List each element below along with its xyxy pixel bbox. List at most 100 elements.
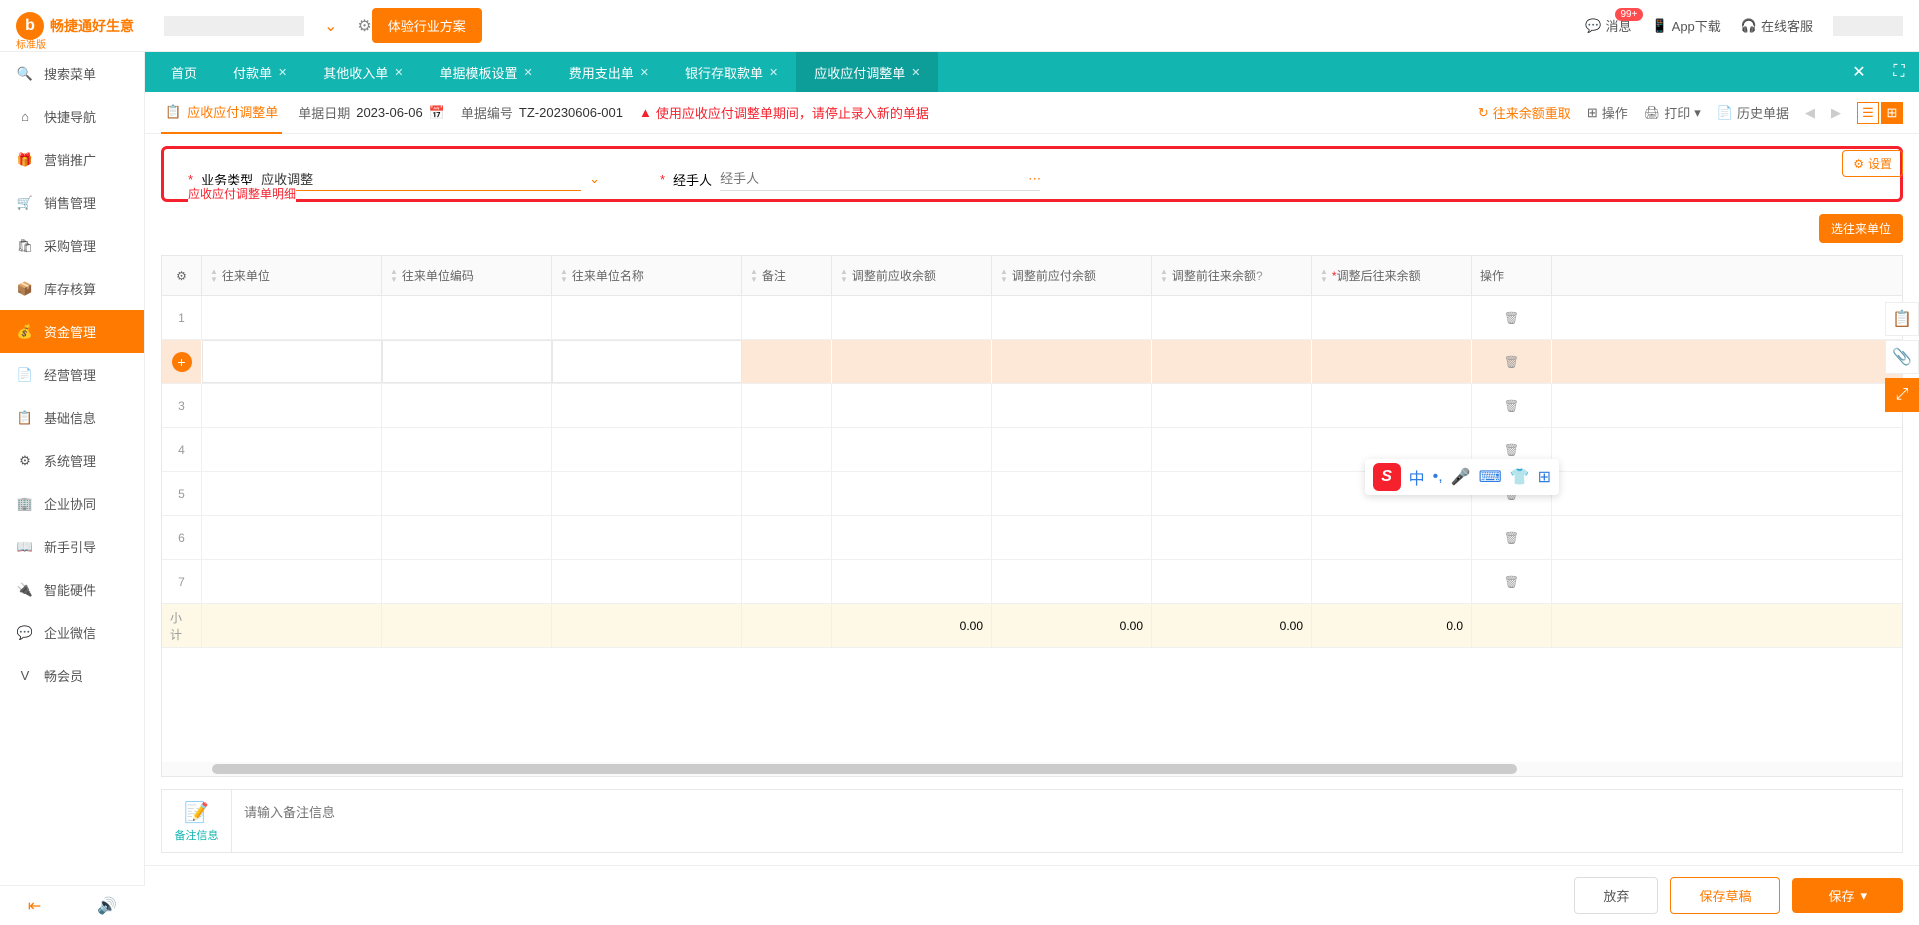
table-row[interactable]: 7🗑: [162, 560, 1902, 604]
table-cell[interactable]: [202, 560, 382, 603]
sidebar-item-wechat[interactable]: 💬企业微信: [0, 611, 144, 654]
tab[interactable]: 银行存取款单✕: [667, 52, 796, 92]
add-row-button[interactable]: +: [172, 352, 192, 372]
sort-icon[interactable]: ▲▼: [560, 268, 568, 284]
horizontal-scrollbar[interactable]: [162, 762, 1902, 776]
table-cell[interactable]: [832, 428, 992, 471]
org-dropdown[interactable]: ⌄ ⚙: [164, 16, 372, 36]
prev-icon[interactable]: ◀: [1805, 105, 1815, 121]
calendar-icon[interactable]: 📅: [429, 105, 445, 121]
table-cell[interactable]: [552, 384, 742, 427]
table-cell[interactable]: [832, 516, 992, 559]
table-cell[interactable]: [1312, 516, 1472, 559]
gear-icon[interactable]: ⚙: [357, 16, 371, 36]
trash-icon[interactable]: 🗑: [1504, 443, 1519, 457]
next-icon[interactable]: ▶: [1831, 105, 1841, 121]
tab[interactable]: 付款单✕: [215, 52, 305, 92]
table-cell[interactable]: [202, 472, 382, 515]
table-cell[interactable]: [992, 560, 1152, 603]
table-cell[interactable]: [742, 516, 832, 559]
sort-icon[interactable]: ▲▼: [1160, 268, 1168, 284]
close-icon[interactable]: ✕: [524, 66, 533, 79]
sidebar-item-search[interactable]: 🔍搜索菜单: [0, 52, 144, 95]
user-area[interactable]: [1833, 16, 1903, 36]
fullscreen-icon[interactable]: ⛶: [1879, 52, 1919, 92]
try-industry-button[interactable]: 体验行业方案: [372, 8, 482, 43]
table-cell[interactable]: [382, 384, 552, 427]
table-cell[interactable]: [1152, 472, 1312, 515]
sort-icon[interactable]: ▲▼: [750, 268, 758, 284]
table-cell[interactable]: [742, 472, 832, 515]
table-cell[interactable]: [202, 516, 382, 559]
table-cell[interactable]: [742, 296, 832, 339]
sidebar-item-cart[interactable]: 🛒销售管理: [0, 181, 144, 224]
table-cell[interactable]: [992, 384, 1152, 427]
ime-mic-icon[interactable]: 🎤: [1451, 467, 1471, 487]
collapse-icon[interactable]: ⇤: [28, 896, 41, 916]
reget-balance-button[interactable]: ↻ 往来余额重取: [1478, 103, 1571, 122]
table-settings-header[interactable]: ⚙: [162, 256, 202, 295]
table-cell[interactable]: [202, 296, 382, 339]
table-cell[interactable]: [552, 516, 742, 559]
sort-icon[interactable]: ▲▼: [1000, 268, 1008, 284]
sidebar-item-guide[interactable]: 📖新手引导: [0, 525, 144, 568]
table-cell[interactable]: [832, 472, 992, 515]
sort-icon[interactable]: ▲▼: [210, 268, 218, 284]
tab[interactable]: 费用支出单✕: [551, 52, 667, 92]
table-cell[interactable]: [1312, 340, 1472, 383]
close-icon[interactable]: ✕: [911, 66, 920, 79]
table-cell[interactable]: [832, 296, 992, 339]
table-header[interactable]: ▲▼往来单位编码: [382, 256, 552, 295]
trash-icon[interactable]: 🗑: [1504, 311, 1519, 325]
operations-button[interactable]: ⊞ 操作: [1587, 103, 1628, 122]
sort-icon[interactable]: ▲▼: [390, 268, 398, 284]
table-row[interactable]: 1🗑: [162, 296, 1902, 340]
table-cell[interactable]: [382, 472, 552, 515]
close-icon[interactable]: ✕: [640, 66, 649, 79]
trash-icon[interactable]: 🗑: [1504, 575, 1519, 589]
tab[interactable]: 应收应付调整单✕: [796, 52, 938, 92]
table-cell[interactable]: [742, 384, 832, 427]
table-cell[interactable]: [742, 340, 832, 383]
table-cell[interactable]: [1312, 384, 1472, 427]
table-cell[interactable]: [202, 428, 382, 471]
online-service-button[interactable]: 🎧 在线客服: [1741, 16, 1813, 35]
table-cell[interactable]: [832, 560, 992, 603]
table-cell[interactable]: [202, 340, 382, 383]
sidebar-item-box[interactable]: 📦库存核算: [0, 267, 144, 310]
tab[interactable]: 首页: [153, 52, 215, 92]
table-cell[interactable]: [832, 384, 992, 427]
table-cell[interactable]: [992, 428, 1152, 471]
table-header[interactable]: ▲▼调整前往来余额 ?: [1152, 256, 1312, 295]
table-cell[interactable]: [1312, 296, 1472, 339]
table-header[interactable]: ▲▼往来单位名称: [552, 256, 742, 295]
close-icon[interactable]: ✕: [278, 66, 287, 79]
close-icon[interactable]: ✕: [394, 66, 403, 79]
ime-lang[interactable]: 中: [1409, 465, 1425, 489]
tab[interactable]: 单据模板设置✕: [421, 52, 550, 92]
sort-icon[interactable]: ▲▼: [1320, 268, 1328, 284]
table-row[interactable]: +🗑: [162, 340, 1902, 384]
table-cell[interactable]: [742, 428, 832, 471]
table-header[interactable]: ▲▼调整前应收余额: [832, 256, 992, 295]
table-cell[interactable]: [382, 560, 552, 603]
table-cell[interactable]: [202, 384, 382, 427]
trash-icon[interactable]: 🗑: [1504, 355, 1519, 369]
sort-icon[interactable]: ▲▼: [840, 268, 848, 284]
table-cell[interactable]: [1152, 384, 1312, 427]
ime-shirt-icon[interactable]: 👕: [1510, 467, 1530, 487]
table-header[interactable]: ▲▼*调整后往来余额: [1312, 256, 1472, 295]
table-cell[interactable]: [1152, 560, 1312, 603]
table-cell[interactable]: [832, 340, 992, 383]
sidebar-item-bag[interactable]: 🛍采购管理: [0, 224, 144, 267]
table-cell[interactable]: [552, 340, 742, 383]
settings-button[interactable]: ⚙ 设置: [1842, 150, 1903, 177]
table-cell[interactable]: [992, 472, 1152, 515]
save-button[interactable]: 保存 ▾: [1792, 878, 1903, 913]
sidebar-item-hw[interactable]: 🔌智能硬件: [0, 568, 144, 611]
select-unit-button[interactable]: 选往来单位: [1819, 214, 1903, 243]
messages-button[interactable]: 💬 消息 99+: [1585, 16, 1631, 35]
table-row[interactable]: 4🗑: [162, 428, 1902, 472]
sidebar-item-home[interactable]: ⌂快捷导航: [0, 95, 144, 138]
table-cell[interactable]: [1152, 516, 1312, 559]
